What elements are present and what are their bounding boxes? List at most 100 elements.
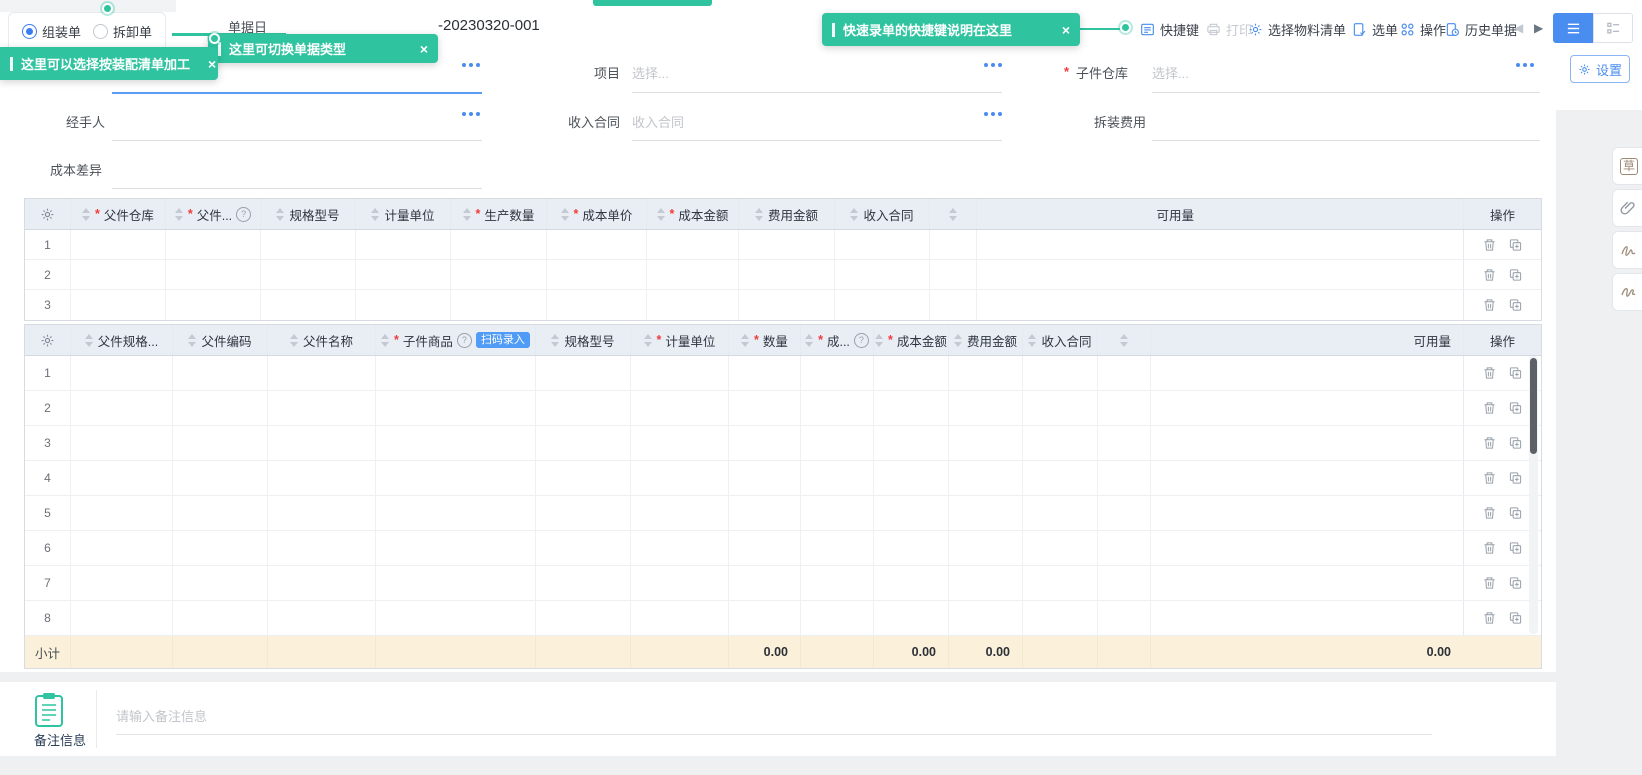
grid-cell[interactable] [1023, 356, 1098, 390]
grid-cell[interactable] [451, 290, 547, 320]
child-warehouse-input[interactable]: 选择... [1152, 63, 1189, 82]
column-header[interactable]: 收入合同 [1023, 325, 1098, 355]
grid-cell[interactable] [835, 230, 930, 259]
column-header[interactable]: * 数量 [729, 325, 801, 355]
grid-cell[interactable] [1023, 496, 1098, 530]
delete-row-icon[interactable] [1483, 611, 1496, 625]
grid-cell[interactable] [729, 496, 801, 530]
column-header[interactable] [1098, 325, 1151, 355]
select-order-button[interactable]: 选单 [1352, 20, 1398, 38]
column-header[interactable]: * 生产数量 [451, 199, 547, 229]
settings-button[interactable]: 设置 [1570, 55, 1630, 83]
grid-cell[interactable] [1098, 461, 1151, 495]
grid-cell[interactable] [874, 496, 949, 530]
column-header[interactable]: * 父件仓库 [71, 199, 166, 229]
column-header[interactable]: 费用金额 [739, 199, 835, 229]
column-header[interactable]: * 子件商品? 扫码录入 [376, 325, 536, 355]
side-tab-draft[interactable]: 草 [1612, 147, 1642, 185]
delete-row-icon[interactable] [1483, 471, 1496, 485]
grid-cell[interactable] [647, 230, 739, 259]
grid-cell[interactable] [261, 230, 356, 259]
grid-cell[interactable] [631, 531, 729, 565]
grid-cell[interactable] [173, 531, 268, 565]
grid-cell[interactable] [166, 290, 261, 320]
grid-cell[interactable] [977, 260, 1206, 289]
delete-row-icon[interactable] [1483, 506, 1496, 520]
column-header[interactable]: * 成...? [801, 325, 874, 355]
column-header[interactable]: * 计量单位 [631, 325, 729, 355]
grid-cell[interactable] [739, 260, 835, 289]
grid-cell[interactable] [173, 566, 268, 600]
close-icon[interactable]: × [410, 41, 428, 57]
grid-cell[interactable] [801, 356, 874, 390]
grid-cell[interactable] [1023, 391, 1098, 425]
grid-cell[interactable] [173, 496, 268, 530]
column-header[interactable]: 父件名称 [268, 325, 376, 355]
grid-cell[interactable] [835, 260, 930, 289]
column-header[interactable]: 父件规格... [71, 325, 173, 355]
grid-cell[interactable] [71, 566, 173, 600]
copy-row-icon[interactable] [1509, 238, 1522, 252]
grid-cell[interactable] [1098, 426, 1151, 460]
grid-cell[interactable] [1023, 531, 1098, 565]
grid-cell[interactable] [1151, 426, 1463, 460]
grid-cell[interactable] [930, 290, 977, 320]
grid-cell[interactable] [376, 496, 536, 530]
help-icon[interactable]: ? [236, 206, 252, 222]
grid-cell[interactable] [71, 496, 173, 530]
grid-cell[interactable] [977, 290, 1206, 320]
grid-cell[interactable] [536, 391, 631, 425]
grid-cell[interactable] [801, 531, 874, 565]
grid-cell[interactable] [71, 260, 166, 289]
grid-cell[interactable] [1098, 391, 1151, 425]
grid-cell[interactable] [631, 566, 729, 600]
more-icon[interactable] [1516, 60, 1534, 70]
copy-row-icon[interactable] [1509, 541, 1522, 555]
assembly-fee-underline[interactable] [1152, 140, 1540, 141]
grid-cell[interactable] [376, 426, 536, 460]
grid-cell[interactable] [268, 461, 376, 495]
grid-cell[interactable] [268, 566, 376, 600]
grid-cell[interactable] [949, 426, 1023, 460]
grid-cell[interactable] [801, 461, 874, 495]
grid-cell[interactable] [451, 230, 547, 259]
column-header[interactable]: 费用金额 [949, 325, 1023, 355]
grid-cell[interactable] [949, 356, 1023, 390]
grid-cell[interactable] [356, 260, 451, 289]
card-view-toggle[interactable] [1593, 13, 1633, 43]
copy-row-icon[interactable] [1509, 611, 1522, 625]
grid-cell[interactable] [356, 290, 451, 320]
print-button[interactable]: 打印 [1206, 20, 1252, 38]
grid-cell[interactable] [801, 426, 874, 460]
side-tab-attachment[interactable] [1612, 189, 1642, 227]
grid-cell[interactable] [874, 601, 949, 635]
more-icon[interactable] [984, 60, 1002, 70]
delete-row-icon[interactable] [1483, 576, 1496, 590]
prev-arrow-icon[interactable]: ◀ [1514, 19, 1523, 37]
income-contract-input[interactable]: 收入合同 [632, 112, 684, 131]
grid-cell[interactable] [729, 356, 801, 390]
grid-cell[interactable] [949, 391, 1023, 425]
grid-cell[interactable] [631, 356, 729, 390]
copy-row-icon[interactable] [1509, 401, 1522, 415]
grid-cell[interactable] [536, 356, 631, 390]
close-icon[interactable]: × [1052, 22, 1070, 38]
grid-cell[interactable] [376, 356, 536, 390]
grid-cell[interactable] [1023, 426, 1098, 460]
grid-cell[interactable] [356, 230, 451, 259]
grid-cell[interactable] [536, 461, 631, 495]
grid-cell[interactable] [729, 426, 801, 460]
column-header[interactable]: * 成本金额 [647, 199, 739, 229]
copy-row-icon[interactable] [1509, 471, 1522, 485]
grid-cell[interactable] [1098, 496, 1151, 530]
grid-cell[interactable] [536, 601, 631, 635]
grid-cell[interactable] [835, 290, 930, 320]
grid-cell[interactable] [166, 230, 261, 259]
grid-cell[interactable] [801, 566, 874, 600]
grid-cell[interactable] [647, 260, 739, 289]
grid-cell[interactable] [949, 461, 1023, 495]
grid-cell[interactable] [949, 531, 1023, 565]
more-icon[interactable] [462, 60, 480, 70]
side-tab-signature[interactable] [1612, 231, 1642, 269]
grid-cell[interactable] [729, 391, 801, 425]
